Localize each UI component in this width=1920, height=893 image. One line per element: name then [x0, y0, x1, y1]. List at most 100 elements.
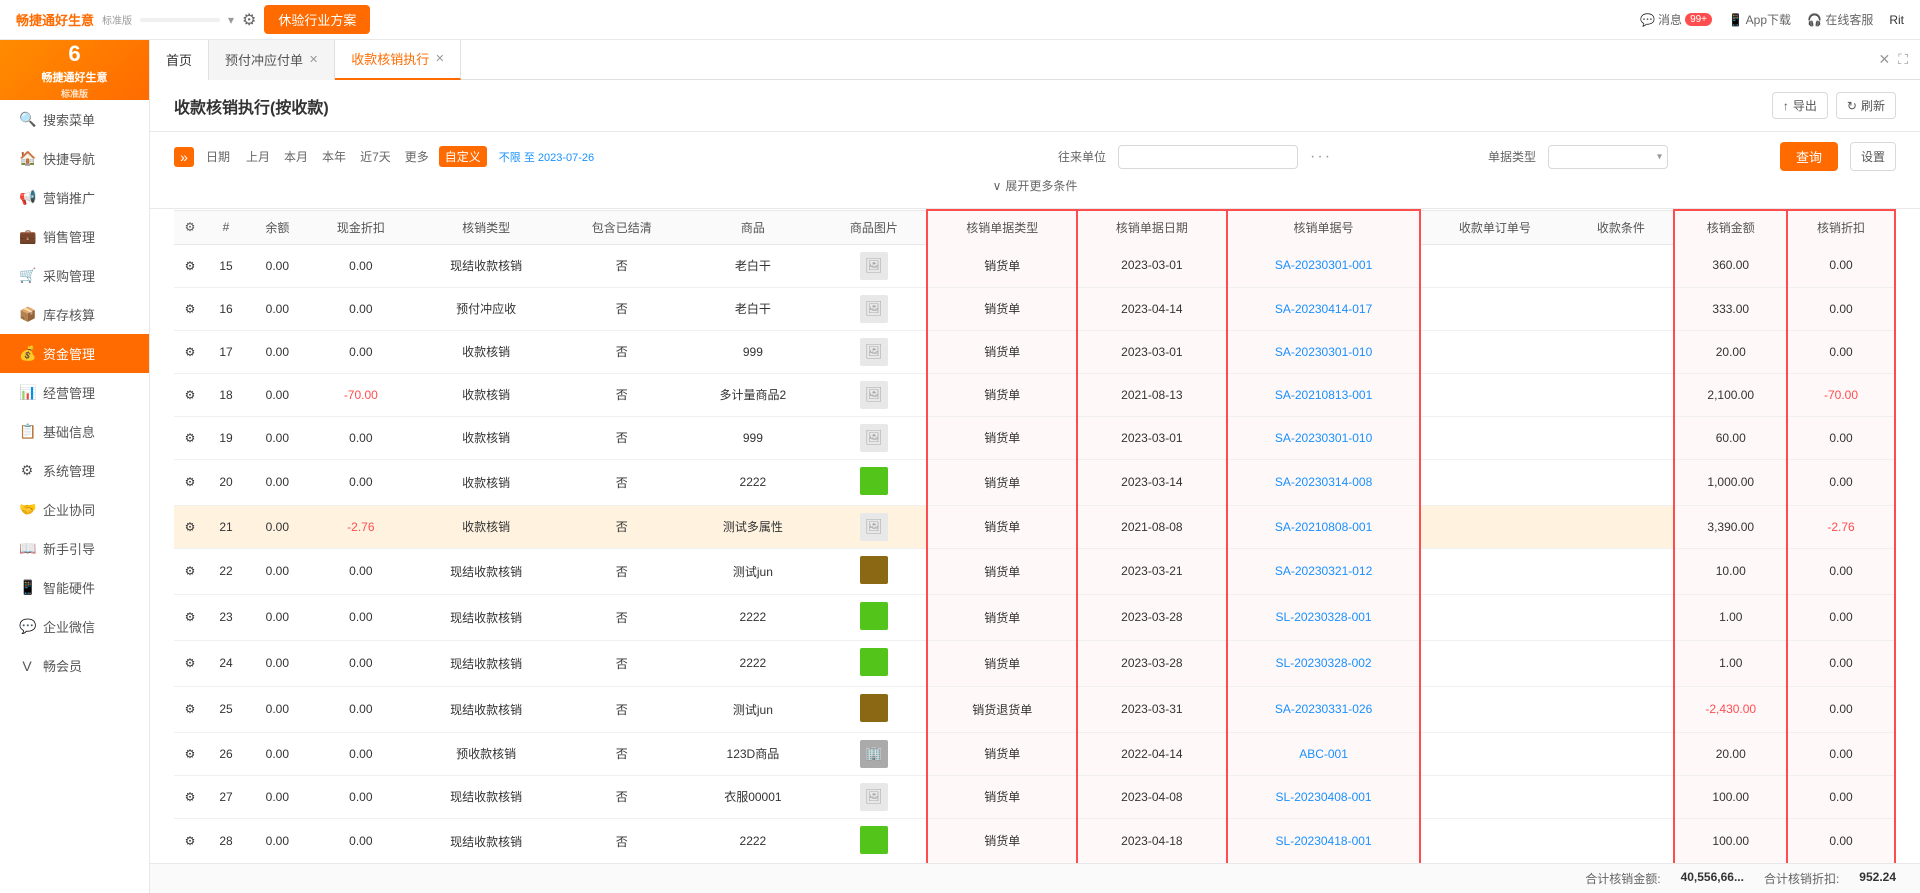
gear-icon[interactable]: ⚙: [242, 10, 256, 30]
cell-gear-24[interactable]: ⚙: [174, 640, 206, 686]
cell-product-23: 2222: [684, 594, 821, 640]
row-settings-icon[interactable]: ⚙: [185, 520, 196, 534]
bill-no-link-25[interactable]: SA-20230331-026: [1275, 702, 1372, 716]
notice-label: 消息: [1658, 11, 1682, 28]
row-settings-icon[interactable]: ⚙: [185, 345, 196, 359]
filter-expand-row[interactable]: ∨ 展开更多条件: [174, 171, 1896, 198]
date-option-this-year[interactable]: 本年: [318, 146, 350, 167]
cell-gear-17[interactable]: ⚙: [174, 330, 206, 373]
column-settings-icon[interactable]: ⚙: [185, 220, 196, 234]
cell-gear-27[interactable]: ⚙: [174, 775, 206, 818]
sidebar-item-purchase[interactable]: 🛒 采购管理: [0, 256, 149, 295]
cell-gear-19[interactable]: ⚙: [174, 416, 206, 459]
cell-gear-26[interactable]: ⚙: [174, 732, 206, 775]
tab-receipt-close[interactable]: ✕: [435, 52, 444, 65]
row-settings-icon[interactable]: ⚙: [185, 747, 196, 761]
dropdown-arrow-icon[interactable]: ▾: [228, 13, 234, 27]
row-settings-icon[interactable]: ⚙: [185, 656, 196, 670]
bill-no-link-20[interactable]: SA-20230314-008: [1275, 475, 1372, 489]
bill-no-link-24[interactable]: SL-20230328-002: [1276, 656, 1372, 670]
cell-gear-25[interactable]: ⚙: [174, 686, 206, 732]
tab-home[interactable]: 首页: [150, 40, 209, 80]
bill-no-link-21[interactable]: SA-20210808-001: [1275, 520, 1372, 534]
cell-gear-15[interactable]: ⚙: [174, 244, 206, 287]
date-option-last-month[interactable]: 上月: [242, 146, 274, 167]
row-settings-icon[interactable]: ⚙: [185, 475, 196, 489]
sidebar-item-search[interactable]: 🔍 搜索菜单: [0, 100, 149, 139]
bill-type-select[interactable]: [1548, 145, 1668, 169]
row-settings-icon[interactable]: ⚙: [185, 564, 196, 578]
cell-include-settled-21: 否: [559, 505, 684, 548]
bill-no-link-23[interactable]: SL-20230328-001: [1276, 610, 1372, 624]
row-settings-icon[interactable]: ⚙: [185, 431, 196, 445]
row-settings-icon[interactable]: ⚙: [185, 610, 196, 624]
query-button[interactable]: 查询: [1780, 142, 1838, 171]
sidebar-item-system[interactable]: ⚙ 系统管理: [0, 451, 149, 490]
cell-gear-22[interactable]: ⚙: [174, 548, 206, 594]
partner-input[interactable]: [1118, 145, 1298, 169]
bill-no-link-15[interactable]: SA-20230301-001: [1275, 258, 1372, 272]
sidebar-item-marketing[interactable]: 📢 营销推广: [0, 178, 149, 217]
settings-button[interactable]: 设置: [1850, 142, 1896, 171]
row-settings-icon[interactable]: ⚙: [185, 388, 196, 402]
sidebar-item-basic[interactable]: 📋 基础信息: [0, 412, 149, 451]
col-header-gear[interactable]: ⚙: [174, 210, 206, 244]
export-button[interactable]: ↑ 导出: [1772, 92, 1828, 119]
row-settings-icon[interactable]: ⚙: [185, 259, 196, 273]
sidebar-item-hardware[interactable]: 📱 智能硬件: [0, 568, 149, 607]
sidebar-item-finance[interactable]: 💰 资金管理: [0, 334, 149, 373]
row-settings-icon[interactable]: ⚙: [185, 702, 196, 716]
refresh-button[interactable]: ↻ 刷新: [1836, 92, 1896, 119]
cell-verify-discount-15: 0.00: [1787, 244, 1895, 287]
tab-expand-icon[interactable]: ⛶: [1898, 51, 1908, 68]
bill-no-link-18[interactable]: SA-20210813-001: [1275, 388, 1372, 402]
date-option-custom[interactable]: 自定义: [439, 146, 487, 167]
row-settings-icon[interactable]: ⚙: [185, 302, 196, 316]
cell-verify-bill-type-27: 销货单: [927, 775, 1077, 818]
bill-no-link-28[interactable]: SL-20230418-001: [1276, 834, 1372, 848]
bill-no-link-16[interactable]: SA-20230414-017: [1275, 302, 1372, 316]
filter-expand-button[interactable]: »: [174, 147, 194, 167]
tab-close-icon[interactable]: ✕: [1878, 51, 1890, 68]
bill-no-link-27[interactable]: SL-20230408-001: [1276, 790, 1372, 804]
cell-gear-16[interactable]: ⚙: [174, 287, 206, 330]
sidebar-item-guide[interactable]: 📖 新手引导: [0, 529, 149, 568]
date-option-7days[interactable]: 近7天: [356, 146, 395, 167]
row-settings-icon[interactable]: ⚙: [185, 790, 196, 804]
sidebar-item-enterprise[interactable]: 🤝 企业协同: [0, 490, 149, 529]
tab-prepay-close[interactable]: ✕: [309, 53, 318, 66]
app-download[interactable]: 📱 App下载: [1728, 11, 1791, 28]
solution-button[interactable]: 休验行业方案: [264, 5, 370, 34]
notice-area[interactable]: 💬 消息 99+: [1640, 11, 1712, 28]
bill-no-link-17[interactable]: SA-20230301-010: [1275, 345, 1372, 359]
sidebar-item-member[interactable]: V 畅会员: [0, 646, 149, 685]
cell-verify-bill-date-17: 2023-03-01: [1077, 330, 1227, 373]
date-option-this-month[interactable]: 本月: [280, 146, 312, 167]
date-option-more[interactable]: 更多: [401, 146, 433, 167]
cell-seq-25: 25: [206, 686, 246, 732]
tab-prepay[interactable]: 预付冲应付单 ✕: [209, 40, 335, 80]
bill-no-link-26[interactable]: ABC-001: [1299, 747, 1348, 761]
sidebar-item-operations[interactable]: 📊 经营管理: [0, 373, 149, 412]
sidebar-item-inventory[interactable]: 📦 库存核算: [0, 295, 149, 334]
bill-no-link-22[interactable]: SA-20230321-012: [1275, 564, 1372, 578]
cell-receipt-order-no-20: [1420, 459, 1568, 505]
cell-verify-bill-no-24: SL-20230328-002: [1227, 640, 1421, 686]
product-image-15: 🖼: [860, 252, 888, 280]
sidebar-item-sales[interactable]: 💼 销售管理: [0, 217, 149, 256]
sidebar-item-quick-nav[interactable]: 🏠 快捷导航: [0, 139, 149, 178]
cell-receipt-condition-21: [1568, 505, 1674, 548]
cell-cash-discount-27: 0.00: [309, 775, 413, 818]
cell-gear-28[interactable]: ⚙: [174, 818, 206, 863]
sidebar-label-purchase: 采购管理: [43, 266, 95, 285]
row-settings-icon[interactable]: ⚙: [185, 834, 196, 848]
sidebar-item-wechat[interactable]: 💬 企业微信: [0, 607, 149, 646]
bill-no-link-19[interactable]: SA-20230301-010: [1275, 431, 1372, 445]
cell-gear-20[interactable]: ⚙: [174, 459, 206, 505]
cell-gear-21[interactable]: ⚙: [174, 505, 206, 548]
online-service[interactable]: 🎧 在线客服: [1807, 11, 1873, 28]
user-name[interactable]: Rit: [1889, 13, 1904, 27]
cell-gear-23[interactable]: ⚙: [174, 594, 206, 640]
cell-gear-18[interactable]: ⚙: [174, 373, 206, 416]
tab-receipt[interactable]: 收款核销执行 ✕: [335, 40, 461, 80]
